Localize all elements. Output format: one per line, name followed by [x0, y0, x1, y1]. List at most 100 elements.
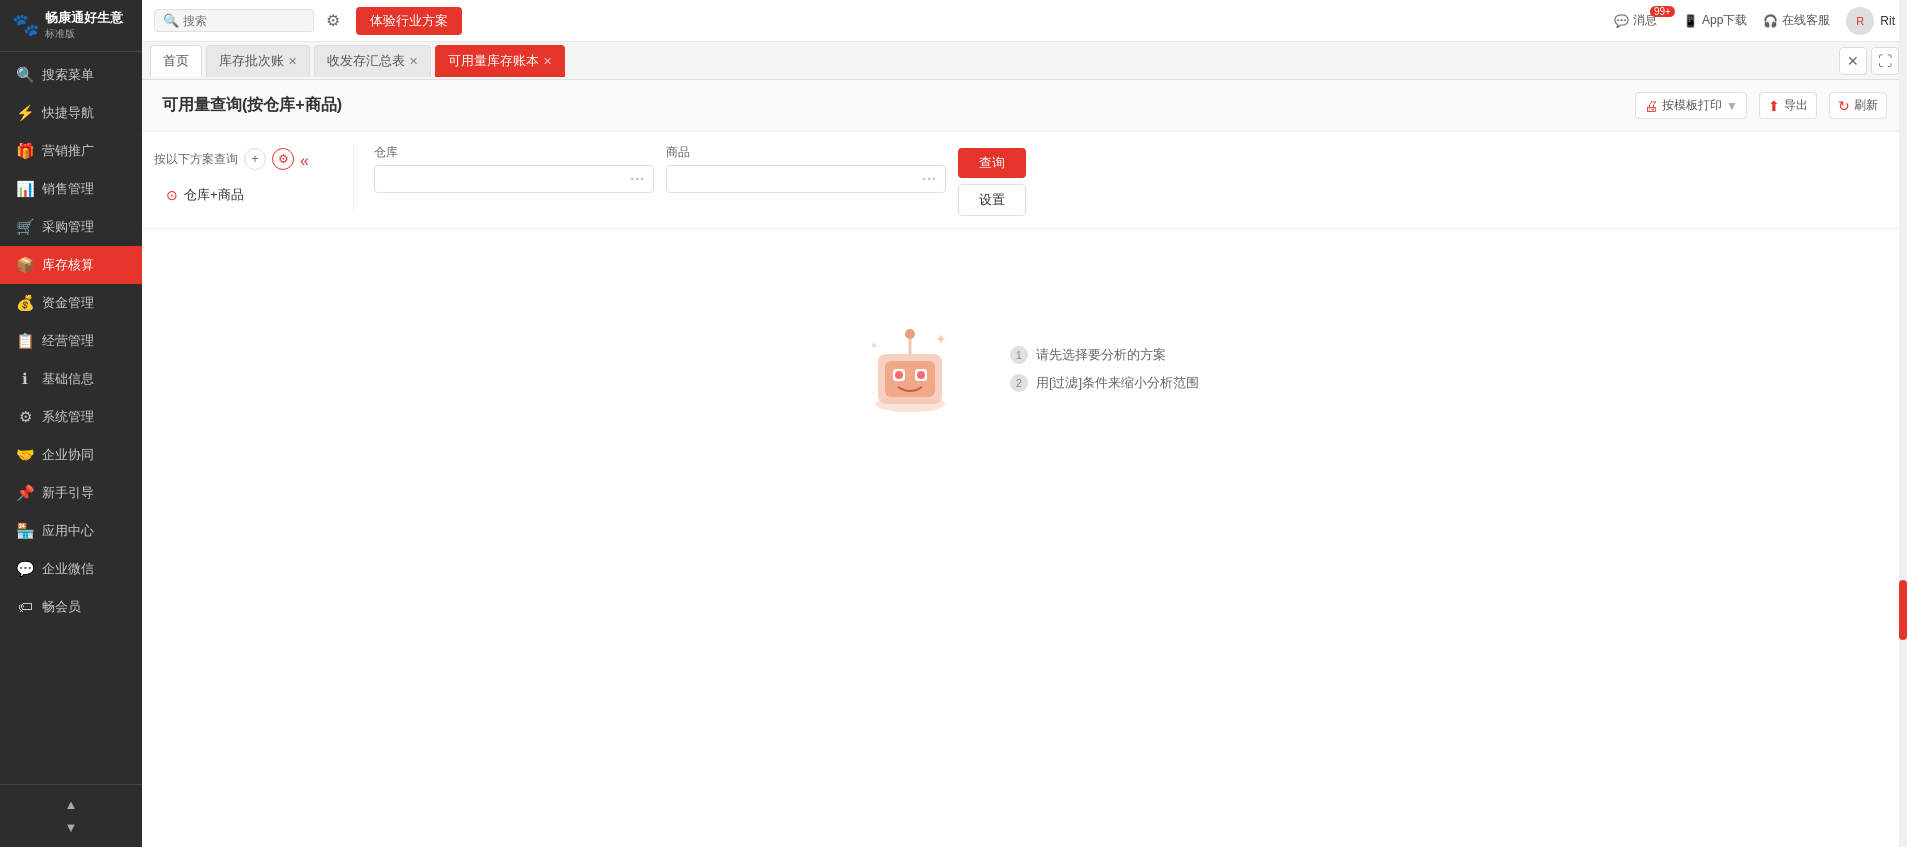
sidebar-label-finance: 资金管理 [42, 294, 94, 312]
sidebar-item-inventory[interactable]: 📦 库存核算 [0, 246, 142, 284]
sidebar-label-search: 搜索菜单 [42, 66, 94, 84]
tab-batch-close[interactable]: ✕ [288, 55, 297, 68]
sidebar-label-sales: 销售管理 [42, 180, 94, 198]
user-area[interactable]: R Rit [1846, 7, 1895, 35]
page-title: 可用量查询(按仓库+商品) [162, 95, 342, 116]
filter-settings-btn[interactable]: ⚙ [272, 148, 294, 170]
sidebar-item-member[interactable]: 🏷 畅会员 [0, 588, 142, 626]
tabbar: 首页 库存批次账 ✕ 收发存汇总表 ✕ 可用量库存账本 ✕ ✕ ⛶ [142, 42, 1907, 80]
app-download-btn[interactable]: 📱 App下载 [1683, 12, 1747, 29]
sidebar-icon-enterprise: 🤝 [16, 446, 34, 464]
sidebar-icon-newbie: 📌 [16, 484, 34, 502]
tab-summary[interactable]: 收发存汇总表 ✕ [314, 45, 431, 77]
export-icon: ⬆ [1768, 98, 1780, 114]
product-label: 商品 [666, 144, 946, 161]
message-icon: 💬 [1614, 14, 1629, 28]
svg-point-5 [895, 371, 903, 379]
filter-scheme-label: 按以下方案查询 [154, 151, 238, 168]
print-btn[interactable]: 🖨 按模板打印 ▼ [1635, 92, 1747, 119]
export-btn[interactable]: ⬆ 导出 [1759, 92, 1817, 119]
sidebar-icon-system: ⚙ [16, 408, 34, 426]
tab-available-label: 可用量库存账本 [448, 52, 539, 70]
tab-batch-label: 库存批次账 [219, 52, 284, 70]
topbar-search-box[interactable]: 🔍 [154, 9, 314, 32]
query-btn[interactable]: 查询 [958, 148, 1026, 178]
tab-available-close[interactable]: ✕ [543, 55, 552, 68]
sidebar-icon-sales: 📊 [16, 180, 34, 198]
empty-illustration: ✦ ✦ [850, 309, 970, 429]
tab-batch[interactable]: 库存批次账 ✕ [206, 45, 310, 77]
sidebar-item-search[interactable]: 🔍 搜索菜单 [0, 56, 142, 94]
svg-point-6 [917, 371, 925, 379]
sidebar-icon-operations: 📋 [16, 332, 34, 350]
svg-text:✦: ✦ [870, 340, 878, 351]
sidebar-item-sales[interactable]: 📊 销售管理 [0, 170, 142, 208]
scheme-item-warehouse-product[interactable]: ⊙ 仓库+商品 [154, 178, 345, 212]
filter-row: 按以下方案查询 + ⚙ « ⊙ 仓库+商品 [142, 132, 1907, 229]
sidebar-icon-appstore: 🏪 [16, 522, 34, 540]
tab-home-label: 首页 [163, 52, 189, 70]
product-more-icon[interactable]: ··· [922, 171, 937, 187]
sidebar-item-operations[interactable]: 📋 经营管理 [0, 322, 142, 360]
tab-close-btn[interactable]: ✕ [1839, 47, 1867, 75]
app-download-label: App下载 [1702, 12, 1747, 29]
topbar: 🔍 ⚙ 体验行业方案 💬 消息 99+ 📱 App下载 🎧 在线客服 R [142, 0, 1907, 42]
empty-tips: 1 请先选择要分析的方案 2 用[过滤]条件来缩小分析范围 [1010, 346, 1199, 392]
warehouse-filter-group: 仓库 ··· [374, 144, 654, 193]
sidebar-icon-finance: 💰 [16, 294, 34, 312]
sidebar-item-newbie[interactable]: 📌 新手引导 [0, 474, 142, 512]
sidebar-item-enterprise[interactable]: 🤝 企业协同 [0, 436, 142, 474]
product-input-box[interactable]: ··· [666, 165, 946, 193]
sidebar-label-operations: 经营管理 [42, 332, 94, 350]
message-badge: 99+ [1650, 6, 1675, 17]
empty-tip-2: 2 用[过滤]条件来缩小分析范围 [1010, 374, 1199, 392]
tab-expand-btn[interactable]: ⛶ [1871, 47, 1899, 75]
filter-add-btn[interactable]: + [244, 148, 266, 170]
sidebar-label-member: 畅会员 [42, 598, 81, 616]
scheme-item-icon: ⊙ [166, 187, 178, 203]
warehouse-input[interactable] [383, 172, 630, 186]
right-scrollbar[interactable] [1899, 0, 1907, 847]
sidebar-label-wechat: 企业微信 [42, 560, 94, 578]
tab-home[interactable]: 首页 [150, 45, 202, 77]
warehouse-more-icon[interactable]: ··· [630, 171, 645, 187]
app-tag: 标准版 [45, 27, 123, 41]
sidebar-scroll-down[interactable]: ▼ [0, 816, 142, 839]
sidebar: 🐾 畅康通好生意 标准版 🔍 搜索菜单 ⚡ 快捷导航 🎁 营销推广 📊 销售管理… [0, 0, 142, 847]
product-input[interactable] [675, 172, 922, 186]
print-chevron-icon: ▼ [1726, 99, 1738, 113]
app-logo: 🐾 畅康通好生意 标准版 [0, 0, 142, 52]
tab-available[interactable]: 可用量库存账本 ✕ [435, 45, 565, 77]
sidebar-label-basic: 基础信息 [42, 370, 94, 388]
sidebar-label-purchase: 采购管理 [42, 218, 94, 236]
sidebar-scroll-up[interactable]: ▲ [0, 793, 142, 816]
svg-point-8 [905, 329, 915, 339]
sidebar-item-wechat[interactable]: 💬 企业微信 [0, 550, 142, 588]
search-input[interactable] [183, 14, 305, 28]
tab-summary-close[interactable]: ✕ [409, 55, 418, 68]
tabbar-right-actions: ✕ ⛶ [1839, 47, 1899, 75]
sidebar-item-shortcut[interactable]: ⚡ 快捷导航 [0, 94, 142, 132]
scrollbar-thumb[interactable] [1899, 580, 1907, 640]
sidebar-item-basic[interactable]: ℹ 基础信息 [0, 360, 142, 398]
gear-icon[interactable]: ⚙ [322, 7, 344, 34]
trial-btn[interactable]: 体验行业方案 [356, 7, 462, 35]
sidebar-item-marketing[interactable]: 🎁 营销推广 [0, 132, 142, 170]
settings-btn[interactable]: 设置 [958, 184, 1026, 216]
online-service-btn[interactable]: 🎧 在线客服 [1763, 12, 1830, 29]
message-btn[interactable]: 💬 消息 99+ [1614, 12, 1667, 29]
sidebar-item-system[interactable]: ⚙ 系统管理 [0, 398, 142, 436]
refresh-btn[interactable]: ↻ 刷新 [1829, 92, 1887, 119]
query-actions: 查询 设置 [958, 144, 1034, 216]
sidebar-label-inventory: 库存核算 [42, 256, 94, 274]
search-icon: 🔍 [163, 13, 179, 28]
filter-left: 按以下方案查询 + ⚙ « ⊙ 仓库+商品 [154, 144, 354, 212]
sidebar-item-appstore[interactable]: 🏪 应用中心 [0, 512, 142, 550]
sidebar-item-finance[interactable]: 💰 资金管理 [0, 284, 142, 322]
warehouse-input-box[interactable]: ··· [374, 165, 654, 193]
svg-text:✦: ✦ [935, 331, 947, 347]
page-header-actions: 🖨 按模板打印 ▼ ⬆ 导出 ↻ 刷新 [1635, 92, 1887, 119]
sidebar-item-purchase[interactable]: 🛒 采购管理 [0, 208, 142, 246]
filter-collapse-btn[interactable]: « [300, 149, 309, 170]
sidebar-bottom: ▲ ▼ [0, 784, 142, 847]
